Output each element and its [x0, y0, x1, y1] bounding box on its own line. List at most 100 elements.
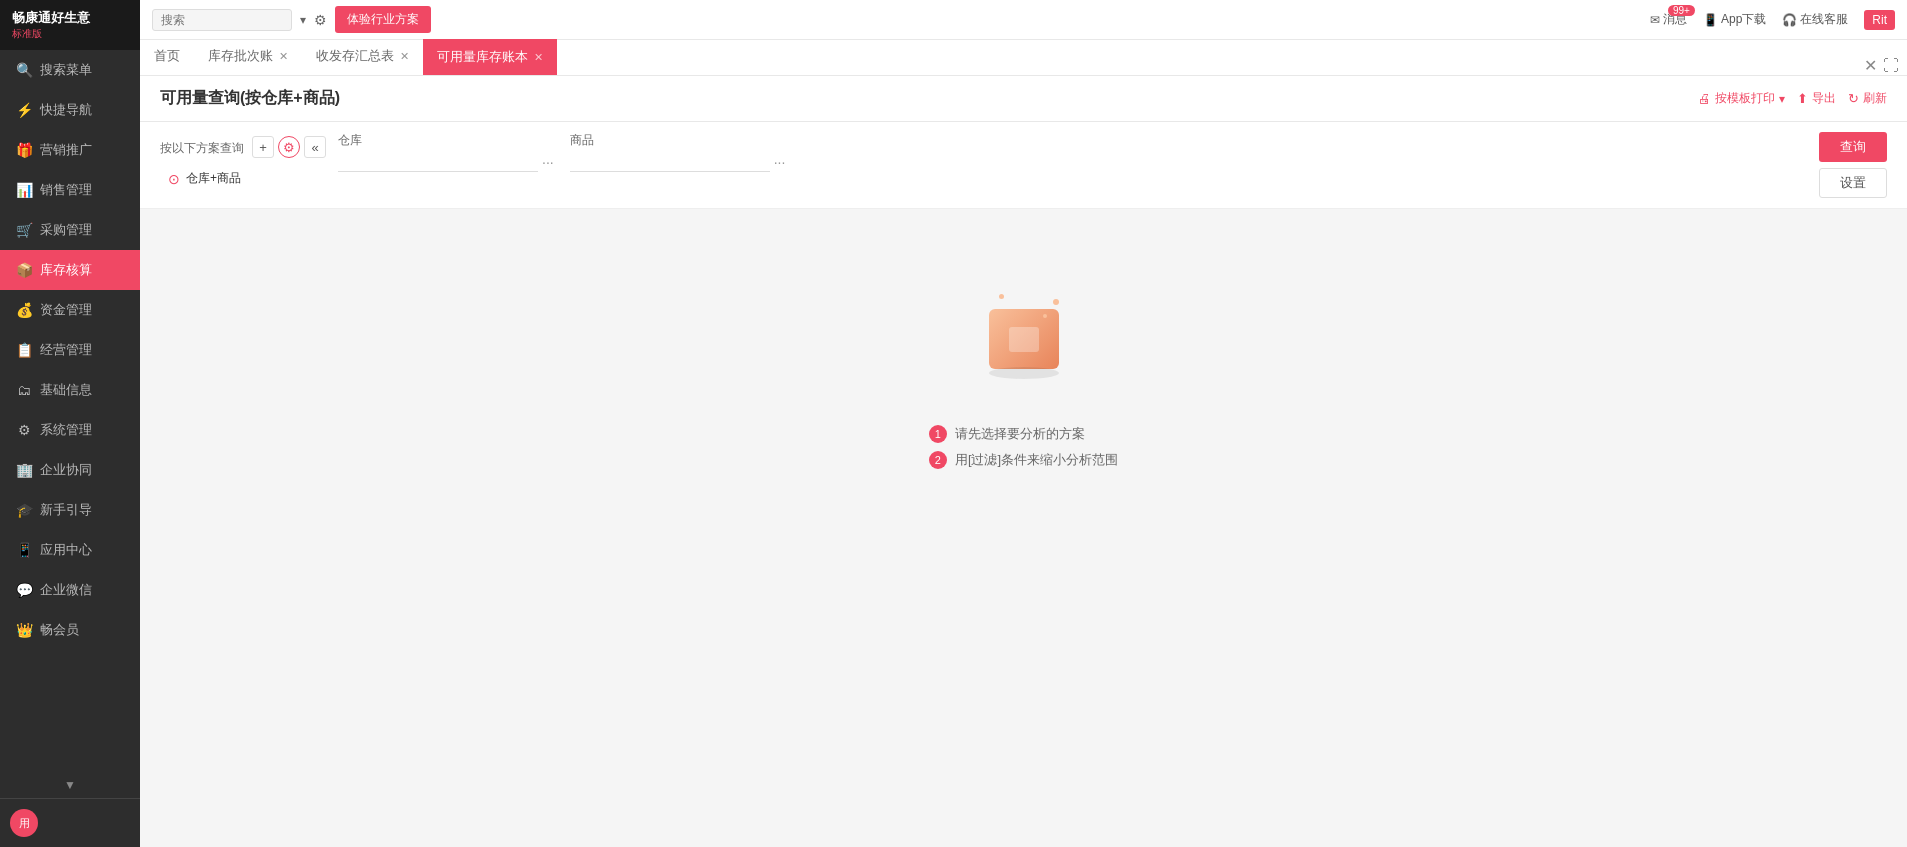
product-field: 商品 ··· [570, 132, 786, 172]
sidebar-item-search[interactable]: 🔍 搜索菜单 [0, 50, 140, 90]
hint-num-1: 1 [929, 425, 947, 443]
query-btn[interactable]: 查询 [1819, 132, 1887, 162]
sidebar-label-system: 系统管理 [40, 421, 92, 439]
app-download-label: App下载 [1721, 11, 1766, 28]
tab-home[interactable]: 首页 [140, 39, 194, 75]
sidebar-label-onboarding: 新手引导 [40, 501, 92, 519]
tabs-bar: 首页 库存批次账 ✕ 收发存汇总表 ✕ 可用量库存账本 ✕ ✕ ⛶ [140, 40, 1907, 76]
page-header-actions: 🖨 按模板打印 ▾ ⬆ 导出 ↻ 刷新 [1698, 90, 1887, 107]
sidebar-item-onboarding[interactable]: 🎓 新手引导 [0, 490, 140, 530]
sidebar-item-marketing[interactable]: 🎁 营销推广 [0, 130, 140, 170]
edit-scheme-btn[interactable]: ⚙ [278, 136, 300, 158]
close-tab-icon[interactable]: ✕ [1864, 56, 1877, 75]
sidebar-item-app-center[interactable]: 📱 应用中心 [0, 530, 140, 570]
message-badge: 99+ [1668, 5, 1695, 16]
tab-home-label: 首页 [154, 47, 180, 65]
sidebar-item-member[interactable]: 👑 畅会员 [0, 610, 140, 650]
sales-icon: 📊 [16, 182, 32, 198]
sidebar-item-purchase[interactable]: 🛒 采购管理 [0, 210, 140, 250]
tab-batch-account-label: 库存批次账 [208, 47, 273, 65]
sidebar-label-sales: 销售管理 [40, 181, 92, 199]
sidebar-label-member: 畅会员 [40, 621, 79, 639]
app-download-btn[interactable]: 📱 App下载 [1703, 11, 1766, 28]
marketing-icon: 🎁 [16, 142, 32, 158]
sidebar-nav: 🔍 搜索菜单 ⚡ 快捷导航 🎁 营销推广 📊 销售管理 🛒 采购管理 📦 库存核… [0, 50, 140, 772]
topbar-right: ✉ 消息 99+ 📱 App下载 🎧 在线客服 Rit [1650, 10, 1895, 30]
tab-receipt-summary[interactable]: 收发存汇总表 ✕ [302, 39, 423, 75]
warehouse-more-btn[interactable]: ··· [542, 154, 554, 170]
sidebar-label-enterprise: 企业协同 [40, 461, 92, 479]
page-title: 可用量查询(按仓库+商品) [160, 88, 340, 109]
tabs-right-actions: ✕ ⛶ [1864, 56, 1907, 75]
user-name[interactable]: Rit [1864, 10, 1895, 30]
gear-icon[interactable]: ⚙ [314, 12, 327, 28]
settings-btn[interactable]: 设置 [1819, 168, 1887, 198]
app-edition: 标准版 [12, 27, 128, 40]
add-scheme-btn[interactable]: + [252, 136, 274, 158]
sidebar-user[interactable]: 用 [0, 798, 140, 847]
refresh-icon: ↻ [1848, 91, 1859, 106]
print-action[interactable]: 🖨 按模板打印 ▾ [1698, 90, 1785, 107]
scheme-item-warehouse-product[interactable]: ⊙ 仓库+商品 [160, 166, 326, 191]
warehouse-field: 仓库 ··· [338, 132, 554, 172]
search-icon: 🔍 [16, 62, 32, 78]
warehouse-label: 仓库 [338, 132, 554, 149]
search-input[interactable] [152, 9, 292, 31]
enterprise-icon: 🏢 [16, 462, 32, 478]
sidebar-label-operations: 经营管理 [40, 341, 92, 359]
sidebar-label-purchase: 采购管理 [40, 221, 92, 239]
empty-hints: 1 请先选择要分析的方案 2 用[过滤]条件来缩小分析范围 [929, 425, 1118, 469]
tab-available-qty-label: 可用量库存账本 [437, 48, 528, 66]
empty-state: 1 请先选择要分析的方案 2 用[过滤]条件来缩小分析范围 [140, 209, 1907, 549]
sidebar-scroll-down[interactable]: ▼ [0, 772, 140, 798]
app-name: 畅康通好生意 [12, 10, 128, 27]
industry-btn[interactable]: 体验行业方案 [335, 6, 431, 33]
scheme-label: 按以下方案查询 [160, 134, 244, 157]
sidebar-label-quick-nav: 快捷导航 [40, 101, 92, 119]
refresh-action[interactable]: ↻ 刷新 [1848, 90, 1887, 107]
print-label: 按模板打印 [1715, 90, 1775, 107]
chevron-down-icon: ▼ [64, 778, 76, 792]
online-support-btn[interactable]: 🎧 在线客服 [1782, 11, 1848, 28]
sidebar-item-quick-nav[interactable]: ⚡ 快捷导航 [0, 90, 140, 130]
sidebar-header: 畅康通好生意 标准版 [0, 0, 140, 50]
system-icon: ⚙ [16, 422, 32, 438]
sidebar: 畅康通好生意 标准版 🔍 搜索菜单 ⚡ 快捷导航 🎁 营销推广 📊 销售管理 🛒… [0, 0, 140, 847]
sidebar-item-enterprise[interactable]: 🏢 企业协同 [0, 450, 140, 490]
sidebar-label-basic-info: 基础信息 [40, 381, 92, 399]
expand-tab-icon[interactable]: ⛶ [1883, 57, 1899, 75]
sidebar-item-basic-info[interactable]: 🗂 基础信息 [0, 370, 140, 410]
warehouse-input[interactable] [338, 151, 538, 172]
dropdown-icon[interactable]: ▾ [300, 13, 306, 27]
tab-batch-account-close[interactable]: ✕ [279, 50, 288, 63]
inventory-icon: 📦 [16, 262, 32, 278]
hint-text-2: 用[过滤]条件来缩小分析范围 [955, 451, 1118, 469]
collapse-scheme-btn[interactable]: « [304, 136, 326, 158]
sidebar-item-system[interactable]: ⚙ 系统管理 [0, 410, 140, 450]
wechat-icon: 💬 [16, 582, 32, 598]
warehouse-input-group: ··· [338, 151, 554, 172]
sidebar-item-sales[interactable]: 📊 销售管理 [0, 170, 140, 210]
sidebar-item-operations[interactable]: 📋 经营管理 [0, 330, 140, 370]
page-content: 可用量查询(按仓库+商品) 🖨 按模板打印 ▾ ⬆ 导出 ↻ 刷新 [140, 76, 1907, 847]
page-header: 可用量查询(按仓库+商品) 🖨 按模板打印 ▾ ⬆ 导出 ↻ 刷新 [140, 76, 1907, 122]
quick-nav-icon: ⚡ [16, 102, 32, 118]
avatar: 用 [10, 809, 38, 837]
print-dropdown-icon[interactable]: ▾ [1779, 92, 1785, 106]
tab-batch-account[interactable]: 库存批次账 ✕ [194, 39, 302, 75]
product-input[interactable] [570, 151, 770, 172]
product-input-group: ··· [570, 151, 786, 172]
sidebar-item-inventory[interactable]: 📦 库存核算 [0, 250, 140, 290]
tab-available-qty[interactable]: 可用量库存账本 ✕ [423, 39, 557, 75]
sidebar-item-finance[interactable]: 💰 资金管理 [0, 290, 140, 330]
tab-available-qty-close[interactable]: ✕ [534, 51, 543, 64]
export-action[interactable]: ⬆ 导出 [1797, 90, 1836, 107]
product-more-btn[interactable]: ··· [774, 154, 786, 170]
hint-text-1: 请先选择要分析的方案 [955, 425, 1085, 443]
sidebar-item-wechat[interactable]: 💬 企业微信 [0, 570, 140, 610]
message-btn[interactable]: ✉ 消息 99+ [1650, 11, 1687, 28]
tab-receipt-summary-close[interactable]: ✕ [400, 50, 409, 63]
onboarding-icon: 🎓 [16, 502, 32, 518]
empty-illustration [964, 289, 1084, 409]
empty-hint-1: 1 请先选择要分析的方案 [929, 425, 1118, 443]
